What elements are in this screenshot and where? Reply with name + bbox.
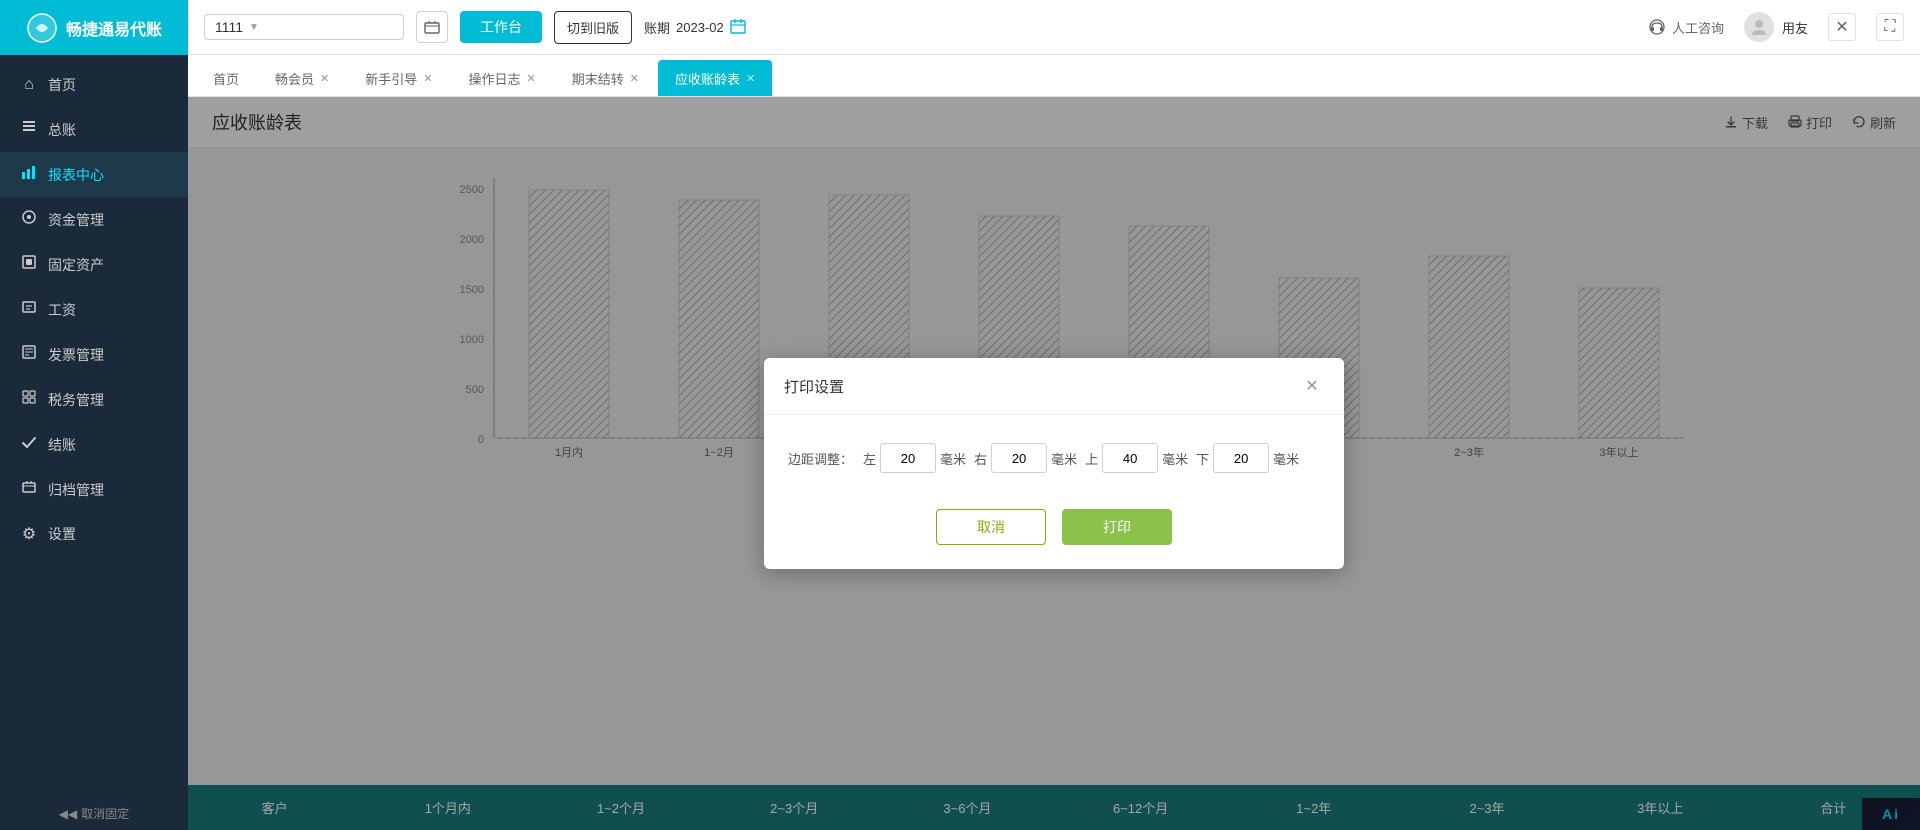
settings-icon: ⚙ <box>20 524 38 544</box>
left-margin-input[interactable] <box>880 443 936 473</box>
print-settings-dialog: 打印设置 ✕ 边距调整： 左 毫米 右 <box>764 358 1344 569</box>
dialog-body: 边距调整： 左 毫米 右 毫米 <box>764 415 1344 493</box>
app-logo: 畅捷通易代账 <box>0 0 188 55</box>
cancel-button[interactable]: 取消 <box>936 509 1046 545</box>
tabbar: 首页 畅会员 ✕ 新手引导 ✕ 操作日志 ✕ 期末结转 ✕ 应收账龄表 ✕ <box>188 55 1920 97</box>
salary-icon <box>20 299 38 320</box>
bottom-margin-item: 下 毫米 <box>1196 443 1299 473</box>
left-margin-item: 左 毫米 <box>863 443 966 473</box>
tab-guide-label: 新手引导 <box>365 69 417 88</box>
tab-guide[interactable]: 新手引导 ✕ <box>348 60 449 96</box>
checkout-icon <box>20 434 38 455</box>
bottom-unit: 毫米 <box>1273 449 1299 468</box>
sidebar-item-reports[interactable]: 报表中心 <box>0 152 188 197</box>
support-button[interactable]: 人工咨询 <box>1648 18 1724 37</box>
sidebar-collapse-btn[interactable]: ◀◀ 取消固定 <box>0 797 188 830</box>
topbar-right: 人工咨询 用友 ✕ ⛶ <box>1648 12 1904 42</box>
dialog-title: 打印设置 <box>784 376 844 397</box>
archive-button[interactable] <box>416 11 448 43</box>
content-area: 应收账龄表 下载 打印 刷新 <box>188 97 1920 830</box>
company-dropdown-icon: ▼ <box>249 22 259 33</box>
sidebar-item-checkout[interactable]: 结账 <box>0 422 188 467</box>
tab-aging-close[interactable]: ✕ <box>746 72 755 85</box>
collapse-arrow-icon: ◀◀ <box>59 807 77 821</box>
left-unit: 毫米 <box>940 449 966 468</box>
headset-icon <box>1648 18 1666 36</box>
right-margin-input[interactable] <box>991 443 1047 473</box>
dialog-footer: 取消 打印 <box>764 493 1344 569</box>
tab-period-label: 期末结转 <box>572 69 624 88</box>
period-value: 2023-02 <box>676 20 724 35</box>
user-avatar <box>1744 12 1774 42</box>
invoice-icon <box>20 344 38 365</box>
top-label: 上 <box>1085 449 1098 468</box>
sidebar-item-funds[interactable]: 资金管理 <box>0 197 188 242</box>
tab-aging[interactable]: 应收账龄表 ✕ <box>658 60 772 96</box>
period-label: 账期 <box>644 18 670 37</box>
funds-icon <box>20 209 38 230</box>
window-maximize-button[interactable]: ⛶ <box>1876 13 1904 41</box>
reports-icon <box>20 164 38 185</box>
top-margin-item: 上 毫米 <box>1085 443 1188 473</box>
tab-period-close-btn[interactable]: ✕ <box>630 72 639 85</box>
sidebar-item-tax[interactable]: 税务管理 <box>0 377 188 422</box>
sidebar-item-invoice[interactable]: 发票管理 <box>0 332 188 377</box>
home-icon: ⌂ <box>20 76 38 94</box>
tab-aging-label: 应收账龄表 <box>675 69 740 88</box>
tab-log[interactable]: 操作日志 ✕ <box>451 60 552 96</box>
ledger-icon <box>20 119 38 140</box>
sidebar-item-home[interactable]: ⌂ 首页 <box>0 63 188 107</box>
logo-text: 畅捷通易代账 <box>66 16 162 40</box>
user-name: 用友 <box>1782 18 1808 37</box>
tab-log-label: 操作日志 <box>468 69 520 88</box>
switch-version-button[interactable]: 切到旧版 <box>554 11 632 44</box>
dialog-header: 打印设置 ✕ <box>764 358 1344 415</box>
window-close-button[interactable]: ✕ <box>1828 13 1856 41</box>
left-label: 左 <box>863 449 876 468</box>
sidebar-nav: ⌂ 首页 总账 报表中心 资金管理 固定资产 <box>0 55 188 797</box>
sidebar-item-settings[interactable]: ⚙ 设置 <box>0 512 188 556</box>
company-selector[interactable]: 1111 ▼ <box>204 14 404 40</box>
tab-home-label: 首页 <box>213 69 239 88</box>
main-area: 1111 ▼ 工作台 切到旧版 账期 2023-02 人工咨询 用友 <box>188 0 1920 830</box>
sidebar-item-archive[interactable]: 归档管理 <box>0 467 188 512</box>
bottom-margin-input[interactable] <box>1213 443 1269 473</box>
dialog-overlay: 打印设置 ✕ 边距调整： 左 毫米 右 <box>188 97 1920 830</box>
right-margin-item: 右 毫米 <box>974 443 1077 473</box>
right-unit: 毫米 <box>1051 449 1077 468</box>
sidebar: 畅捷通易代账 ⌂ 首页 总账 报表中心 资金管理 <box>0 0 188 830</box>
tab-member-close[interactable]: ✕ <box>320 72 329 85</box>
sidebar-item-salary[interactable]: 工资 <box>0 287 188 332</box>
margin-row: 边距调整： 左 毫米 右 毫米 <box>788 443 1320 473</box>
print-confirm-button[interactable]: 打印 <box>1062 509 1172 545</box>
margin-inputs: 左 毫米 右 毫米 上 <box>863 443 1299 473</box>
tab-guide-close[interactable]: ✕ <box>423 72 432 85</box>
tab-home[interactable]: 首页 <box>196 60 256 96</box>
right-label: 右 <box>974 449 987 468</box>
dialog-close-button[interactable]: ✕ <box>1300 374 1324 398</box>
sidebar-item-assets[interactable]: 固定资产 <box>0 242 188 287</box>
tab-period-close[interactable]: 期末结转 ✕ <box>555 60 656 96</box>
support-label: 人工咨询 <box>1672 18 1724 37</box>
topbar: 1111 ▼ 工作台 切到旧版 账期 2023-02 人工咨询 用友 <box>188 0 1920 55</box>
assets-icon <box>20 254 38 275</box>
calendar-icon[interactable] <box>730 18 746 37</box>
tab-member-label: 畅会员 <box>275 69 314 88</box>
top-unit: 毫米 <box>1162 449 1188 468</box>
top-margin-input[interactable] <box>1102 443 1158 473</box>
sidebar-item-ledger[interactable]: 总账 <box>0 107 188 152</box>
tax-icon <box>20 389 38 410</box>
tab-log-close[interactable]: ✕ <box>527 72 536 85</box>
logo-icon <box>26 12 58 44</box>
archive-icon <box>20 479 38 500</box>
company-name: 1111 <box>215 19 243 35</box>
archive-icon <box>423 18 441 36</box>
bottom-label: 下 <box>1196 449 1209 468</box>
user-menu[interactable]: 用友 <box>1744 12 1808 42</box>
period-display: 账期 2023-02 <box>644 18 746 37</box>
workbench-button[interactable]: 工作台 <box>460 11 542 43</box>
tab-member[interactable]: 畅会员 ✕ <box>258 60 346 96</box>
margin-label: 边距调整： <box>788 449 853 468</box>
